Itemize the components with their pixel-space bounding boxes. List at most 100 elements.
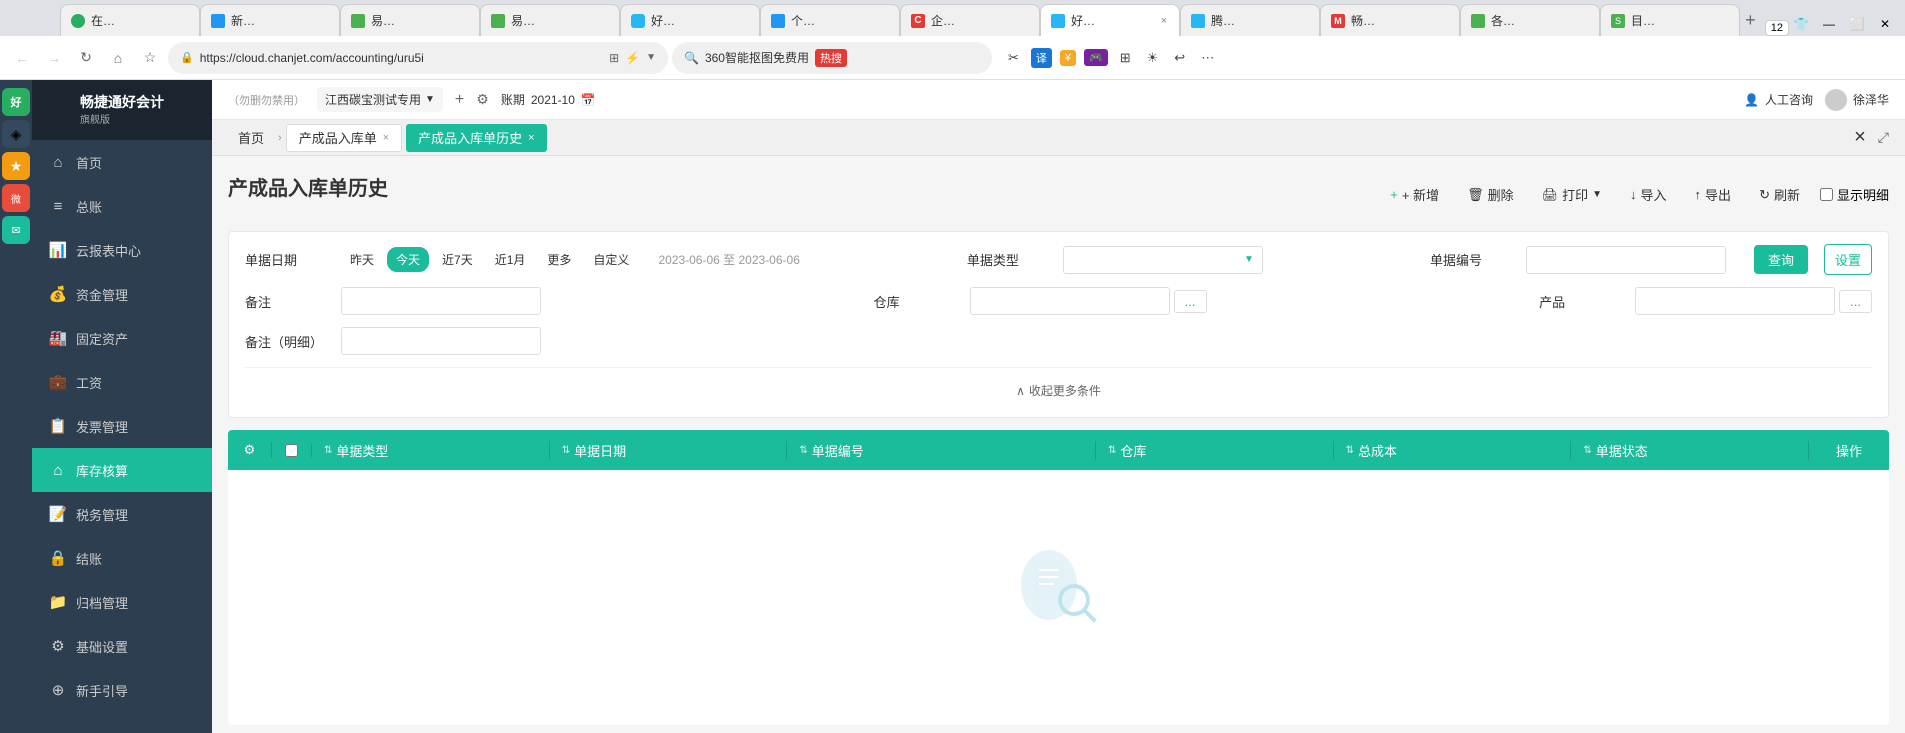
sidebar-item-funds[interactable]: 💰 资金管理 bbox=[32, 272, 212, 316]
forward-button[interactable]: → bbox=[40, 44, 68, 72]
window-close-button[interactable]: ✕ bbox=[1873, 12, 1897, 36]
voucher-num-input[interactable] bbox=[1526, 246, 1726, 274]
browser-tab-1[interactable]: 在… bbox=[60, 4, 200, 36]
display-detail-toggle[interactable]: 显示明细 bbox=[1820, 185, 1889, 204]
sidebar-item-closing[interactable]: 🔒 结账 bbox=[32, 536, 212, 580]
browser-tab-2[interactable]: 新… bbox=[200, 4, 340, 36]
warehouse-input[interactable] bbox=[970, 287, 1170, 315]
address-dropdown-icon[interactable]: ▼ bbox=[646, 52, 656, 63]
breadcrumb-home[interactable]: 首页 bbox=[228, 124, 274, 151]
warehouse-browse-button[interactable]: ... bbox=[1174, 290, 1207, 313]
memo-input[interactable] bbox=[341, 287, 541, 315]
gamepad-icon[interactable]: 🎮 bbox=[1084, 49, 1108, 66]
bookmark-button[interactable]: ☆ bbox=[136, 44, 164, 72]
voucher-type-select[interactable]: ▼ bbox=[1063, 246, 1263, 274]
window-minimize-button[interactable]: — bbox=[1817, 12, 1841, 36]
delete-button[interactable]: 🗑 删除 bbox=[1459, 181, 1522, 208]
panel-close-button[interactable]: × bbox=[1846, 126, 1874, 149]
tab-voucher-list[interactable]: 产成品入库单 × bbox=[286, 124, 402, 152]
th-cost[interactable]: ⇅ 总成本 bbox=[1334, 441, 1572, 460]
sidebar-item-inventory[interactable]: ⌂ 库存核算 bbox=[32, 448, 212, 492]
home-button[interactable]: ⌂ bbox=[104, 44, 132, 72]
th-warehouse[interactable]: ⇅ 仓库 bbox=[1096, 441, 1334, 460]
sidebar-item-archive[interactable]: 📁 归档管理 bbox=[32, 580, 212, 624]
print-button[interactable]: 🖨 打印 ▼ bbox=[1534, 181, 1610, 208]
sidebar-item-tax[interactable]: 📝 税务管理 bbox=[32, 492, 212, 536]
settings-button[interactable]: 设置 bbox=[1824, 244, 1872, 275]
sidebar-item-ledger[interactable]: ≡ 总账 bbox=[32, 184, 212, 228]
product-input[interactable] bbox=[1635, 287, 1835, 315]
browser-tab-10[interactable]: M 畅… bbox=[1320, 4, 1460, 36]
sidebar-item-home[interactable]: ⌂ 首页 bbox=[32, 140, 212, 184]
sidebar-item-reports[interactable]: 📊 云报表中心 bbox=[32, 228, 212, 272]
calendar-icon[interactable]: 📅 bbox=[581, 93, 596, 107]
th-checkbox[interactable] bbox=[272, 444, 312, 457]
query-button[interactable]: 查询 bbox=[1754, 245, 1808, 274]
add-button[interactable]: + + 新增 bbox=[1382, 181, 1447, 208]
browser-tab-5[interactable]: 好… bbox=[620, 4, 760, 36]
translate-icon[interactable]: 译 bbox=[1031, 48, 1052, 68]
product-browse-button[interactable]: ... bbox=[1839, 290, 1872, 313]
app-icon-mail[interactable]: ✉ bbox=[2, 216, 30, 244]
date-btn-month[interactable]: 近1月 bbox=[486, 247, 535, 272]
browser-tab-9[interactable]: 腾… bbox=[1180, 4, 1320, 36]
refresh-button[interactable]: ↻ 刷新 bbox=[1751, 181, 1808, 208]
th-type[interactable]: ⇅ 单据类型 bbox=[312, 441, 550, 460]
browser-tab-6[interactable]: 个… bbox=[760, 4, 900, 36]
add-company-button[interactable]: + bbox=[455, 91, 464, 109]
th-gear[interactable]: ⚙ bbox=[228, 442, 272, 458]
company-selector[interactable]: 江西碳宝测试专用 ▼ bbox=[317, 87, 443, 112]
tab-voucher-history-close[interactable]: × bbox=[528, 132, 534, 144]
browser-tab-8[interactable]: 好… × bbox=[1040, 4, 1180, 36]
browser-tab-4[interactable]: 易… bbox=[480, 4, 620, 36]
collapse-button[interactable]: ∧ 收起更多条件 bbox=[1010, 376, 1107, 405]
grid-view-icon[interactable]: ⊞ bbox=[1116, 46, 1135, 70]
date-btn-yesterday[interactable]: 昨天 bbox=[341, 247, 383, 272]
sidebar-item-settings[interactable]: ⚙ 基础设置 bbox=[32, 624, 212, 668]
browser-tab-3[interactable]: 易… bbox=[340, 4, 480, 36]
user-profile[interactable]: 徐泽华 bbox=[1825, 89, 1889, 111]
sun-icon[interactable]: ☀ bbox=[1143, 46, 1163, 70]
panel-expand-button[interactable]: ⤢ bbox=[1878, 129, 1889, 146]
tab-voucher-list-close[interactable]: × bbox=[383, 132, 389, 144]
url-bar[interactable]: 🔒 https://cloud.chanjet.com/accounting/u… bbox=[168, 42, 668, 74]
reload-button[interactable]: ↻ bbox=[72, 44, 100, 72]
app-icon-changjie[interactable]: 好 bbox=[2, 88, 30, 116]
search-bar[interactable]: 🔍 360智能抠图免费用 热搜 bbox=[672, 42, 992, 74]
app-icon-2[interactable]: ◈ bbox=[2, 120, 30, 148]
date-btn-custom[interactable]: 自定义 bbox=[584, 247, 638, 272]
import-button[interactable]: ↓ 导入 bbox=[1622, 181, 1675, 208]
sidebar-item-guide[interactable]: ⊕ 新手引导 bbox=[32, 668, 212, 712]
export-button[interactable]: ↑ 导出 bbox=[1687, 181, 1740, 208]
display-detail-checkbox[interactable] bbox=[1820, 188, 1833, 201]
user-service[interactable]: 👤 人工咨询 bbox=[1744, 91, 1813, 108]
date-btn-today[interactable]: 今天 bbox=[387, 247, 429, 272]
select-all-checkbox[interactable] bbox=[285, 444, 298, 457]
th-status[interactable]: ⇅ 单据状态 bbox=[1571, 441, 1809, 460]
tab-voucher-history[interactable]: 产成品入库单历史 × bbox=[406, 124, 546, 152]
tab-close-8[interactable]: × bbox=[1159, 13, 1169, 29]
browser-tab-11[interactable]: 各… bbox=[1460, 4, 1600, 36]
browser-tab-7[interactable]: C 企… bbox=[900, 4, 1040, 36]
undo-icon[interactable]: ↩ bbox=[1170, 46, 1189, 70]
more-options-icon[interactable]: ⋯ bbox=[1197, 46, 1218, 70]
company-settings-icon[interactable]: ⚙ bbox=[476, 91, 489, 108]
scissors-icon[interactable]: ✂ bbox=[1004, 46, 1023, 70]
app-icon-star[interactable]: ★ bbox=[2, 152, 30, 180]
sidebar-item-payroll[interactable]: 💼 工资 bbox=[32, 360, 212, 404]
sidebar-item-assets[interactable]: 🏭 固定资产 bbox=[32, 316, 212, 360]
app-icon-weibo[interactable]: 微 bbox=[2, 184, 30, 212]
new-tab-button[interactable]: + bbox=[1740, 4, 1761, 36]
th-date[interactable]: ⇅ 单据日期 bbox=[550, 441, 788, 460]
memo-detail-input[interactable] bbox=[341, 327, 541, 355]
tab-count[interactable]: 12 bbox=[1765, 20, 1789, 36]
back-button[interactable]: ← bbox=[8, 44, 36, 72]
delete-icon: 🗑 bbox=[1467, 187, 1484, 203]
date-btn-week[interactable]: 近7天 bbox=[433, 247, 482, 272]
window-maximize-button[interactable]: ⬜ bbox=[1845, 12, 1869, 36]
browser-tab-12[interactable]: S 目… bbox=[1600, 4, 1740, 36]
th-num[interactable]: ⇅ 单据编号 bbox=[787, 441, 1096, 460]
date-btn-more[interactable]: 更多 bbox=[538, 247, 580, 272]
currency-icon[interactable]: ¥ bbox=[1060, 50, 1076, 66]
sidebar-item-invoice[interactable]: 📋 发票管理 bbox=[32, 404, 212, 448]
